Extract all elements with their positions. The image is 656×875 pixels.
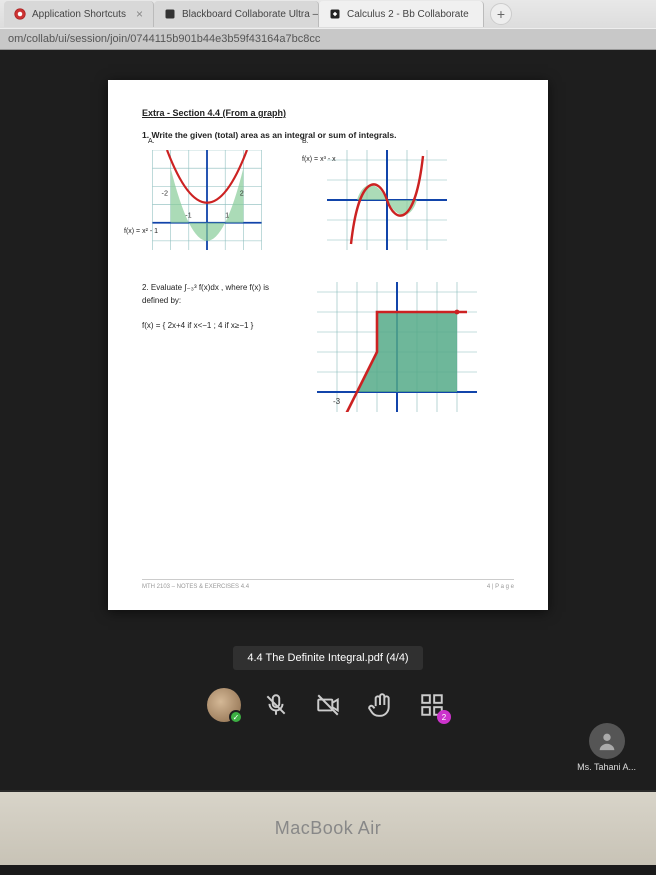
tab-label: Application Shortcuts	[32, 9, 126, 20]
bb-collab-favicon-icon	[329, 8, 341, 20]
raise-hand-button[interactable]	[363, 688, 397, 722]
mute-mic-button[interactable]	[259, 688, 293, 722]
formula-a: f(x) = x² - 1	[124, 228, 158, 235]
svg-text:2: 2	[240, 188, 244, 197]
q2-piecewise: f(x) = { 2x+4 if x<−1 ; 4 if x≥−1 }	[142, 321, 253, 330]
add-tab-button[interactable]: +	[490, 3, 512, 25]
camera-button[interactable]	[311, 688, 345, 722]
document-footer: MTH 2103 – NOTES & EXERCISES 4.4 4 | P a…	[142, 579, 514, 590]
graph-a-svg: -2 -1 1 2	[142, 150, 272, 250]
graphs-row-1: A. -2 -1	[142, 150, 514, 252]
tab-bar: Application Shortcuts × Blackboard Colla…	[0, 0, 656, 28]
participant-avatar-icon	[589, 723, 625, 759]
notification-badge-icon: 2	[437, 710, 451, 724]
question-2-text: 2. Evaluate ∫₋₃³ f(x)dx , where f(x) is …	[142, 282, 282, 333]
browser-chrome: Application Shortcuts × Blackboard Colla…	[0, 0, 656, 50]
label-a: A.	[148, 138, 155, 145]
laptop-brand-label: MacBook Air	[275, 818, 382, 839]
pdf-filename-label: 4.4 The Definite Integral.pdf (4/4)	[233, 646, 422, 670]
blackboard-favicon-icon	[164, 8, 176, 20]
footer-left: MTH 2103 – NOTES & EXERCISES 4.4	[142, 584, 249, 590]
shared-document: Extra - Section 4.4 (From a graph) 1. Wr…	[108, 80, 548, 610]
tab-label: Blackboard Collaborate Ultra –	[182, 9, 318, 20]
graph-b-svg	[302, 150, 472, 250]
graph-b: B. f(x) = x³ - x	[302, 150, 472, 252]
participant-tile[interactable]: Ms. Tahani A...	[577, 723, 636, 772]
tab-bb-ultra[interactable]: Blackboard Collaborate Ultra – ×	[154, 1, 319, 27]
document-title: Extra - Section 4.4 (From a graph)	[142, 108, 514, 118]
close-icon[interactable]: ×	[136, 7, 143, 21]
avatar-icon: ✓	[207, 688, 241, 722]
url-text: om/collab/ui/session/join/0744115b901b44…	[8, 33, 320, 45]
svg-text:1: 1	[225, 210, 229, 219]
graph-a: A. -2 -1	[142, 150, 272, 252]
svg-text:-1: -1	[185, 210, 191, 219]
mic-off-icon	[263, 692, 289, 718]
person-icon	[596, 730, 618, 752]
question-1: 1. Write the given (total) area as an in…	[142, 130, 514, 140]
apps-button[interactable]: 2	[415, 688, 449, 722]
status-online-icon: ✓	[229, 710, 243, 724]
tab-label: Calculus 2 - Bb Collaborate	[347, 9, 469, 20]
svg-text:-2: -2	[162, 188, 168, 197]
hand-icon	[367, 692, 393, 718]
url-bar[interactable]: om/collab/ui/session/join/0744115b901b44…	[0, 28, 656, 49]
q2-prefix: 2. Evaluate	[142, 283, 182, 292]
generic-favicon-icon	[14, 8, 26, 20]
tab-app-shortcuts[interactable]: Application Shortcuts ×	[4, 1, 154, 27]
graph-c-svg: -3	[302, 282, 492, 412]
collab-toolbar: ✓ 2	[207, 688, 449, 722]
camera-off-icon	[315, 692, 341, 718]
formula-b: f(x) = x³ - x	[302, 156, 336, 163]
laptop-body: MacBook Air	[0, 790, 656, 865]
question-2-row: 2. Evaluate ∫₋₃³ f(x)dx , where f(x) is …	[142, 282, 514, 412]
label-b: B.	[302, 138, 309, 145]
svg-text:-3: -3	[333, 397, 341, 406]
footer-right: 4 | P a g e	[487, 584, 514, 590]
tab-calculus[interactable]: Calculus 2 - Bb Collaborate ×	[319, 1, 484, 27]
my-avatar-button[interactable]: ✓	[207, 688, 241, 722]
presentation-area: Extra - Section 4.4 (From a graph) 1. Wr…	[0, 50, 656, 790]
participant-name: Ms. Tahani A...	[577, 762, 636, 772]
